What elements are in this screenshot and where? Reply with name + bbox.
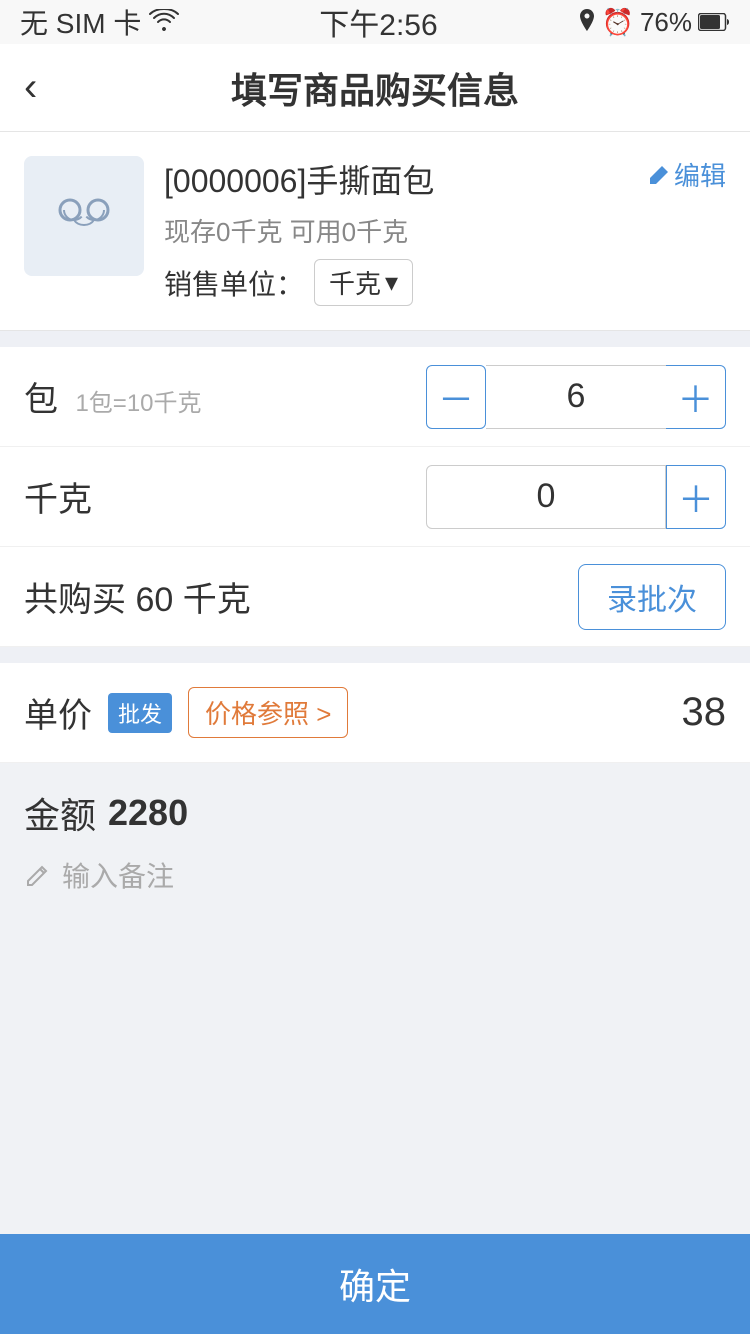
product-info: [0000006]手撕面包 现存0千克 可用0千克 销售单位： 千克 ▾ <box>164 156 628 306</box>
price-label: 单价 <box>24 688 92 737</box>
remark-placeholder: 输入备注 <box>62 855 174 895</box>
unit-selector[interactable]: 千克 ▾ <box>314 259 413 306</box>
price-section: 单价 批发 价格参照 > 38 <box>0 663 750 763</box>
bag-row: 包 1包=10千克 － ＋ <box>0 347 750 447</box>
bag-label: 包 1包=10千克 <box>24 372 426 421</box>
price-value: 38 <box>682 690 727 735</box>
product-unit-row: 销售单位： 千克 ▾ <box>164 259 628 306</box>
remark-row[interactable]: 输入备注 <box>24 855 726 895</box>
amount-label: 金额 <box>24 787 96 839</box>
back-button[interactable]: ‹ <box>24 65 37 110</box>
location-icon <box>578 7 596 38</box>
divider-1 <box>0 331 750 347</box>
bag-sub-label: 1包=10千克 <box>75 390 201 417</box>
bag-quantity-input[interactable] <box>486 365 666 429</box>
product-thumbnail <box>24 156 144 276</box>
page-title: 填写商品购买信息 <box>231 62 519 114</box>
bag-increase-button[interactable]: ＋ <box>666 365 726 429</box>
product-stock: 现存0千克 可用0千克 <box>164 212 628 249</box>
batch-button[interactable]: 录批次 <box>578 564 726 630</box>
pencil-icon <box>24 861 52 889</box>
edit-button[interactable]: 编辑 <box>648 156 726 193</box>
price-ref-button[interactable]: 价格参照 > <box>188 687 348 738</box>
amount-row: 金额 2280 <box>24 787 726 839</box>
wifi-icon <box>149 6 179 38</box>
amount-section: 金额 2280 输入备注 <box>0 763 750 905</box>
status-right: ⏰ 76% <box>578 7 730 38</box>
battery-icon <box>698 7 730 38</box>
form-section: 包 1包=10千克 － ＋ 千克 ＋ <box>0 347 750 547</box>
kg-increase-button[interactable]: ＋ <box>666 465 726 529</box>
total-row: 共购买 60 千克 录批次 <box>0 547 750 647</box>
nav-bar: ‹ 填写商品购买信息 <box>0 44 750 132</box>
status-time: 下午2:56 <box>319 0 437 44</box>
sim-text: 无 SIM 卡 <box>20 2 141 42</box>
divider-2 <box>0 647 750 663</box>
product-name: [0000006]手撕面包 <box>164 156 628 202</box>
product-card: [0000006]手撕面包 现存0千克 可用0千克 销售单位： 千克 ▾ 编辑 <box>0 132 750 331</box>
unit-label: 销售单位： <box>164 263 304 303</box>
status-left: 无 SIM 卡 <box>20 2 179 42</box>
status-bar: 无 SIM 卡 下午2:56 ⏰ 76% <box>0 0 750 44</box>
confirm-button[interactable]: 确定 <box>0 1234 750 1334</box>
price-tag: 批发 <box>108 693 172 733</box>
total-label: 共购买 60 千克 <box>24 572 251 621</box>
alarm-icon: ⏰ <box>602 7 634 38</box>
amount-value: 2280 <box>108 792 188 834</box>
bag-decrease-button[interactable]: － <box>426 365 486 429</box>
kg-row: 千克 ＋ <box>0 447 750 547</box>
battery-text: 76% <box>640 7 692 38</box>
kg-quantity-control: ＋ <box>426 465 726 529</box>
bag-quantity-control: － ＋ <box>426 365 726 429</box>
kg-label: 千克 <box>24 472 426 521</box>
kg-quantity-input[interactable] <box>426 465 666 529</box>
price-row: 单价 批发 价格参照 > 38 <box>0 663 750 763</box>
